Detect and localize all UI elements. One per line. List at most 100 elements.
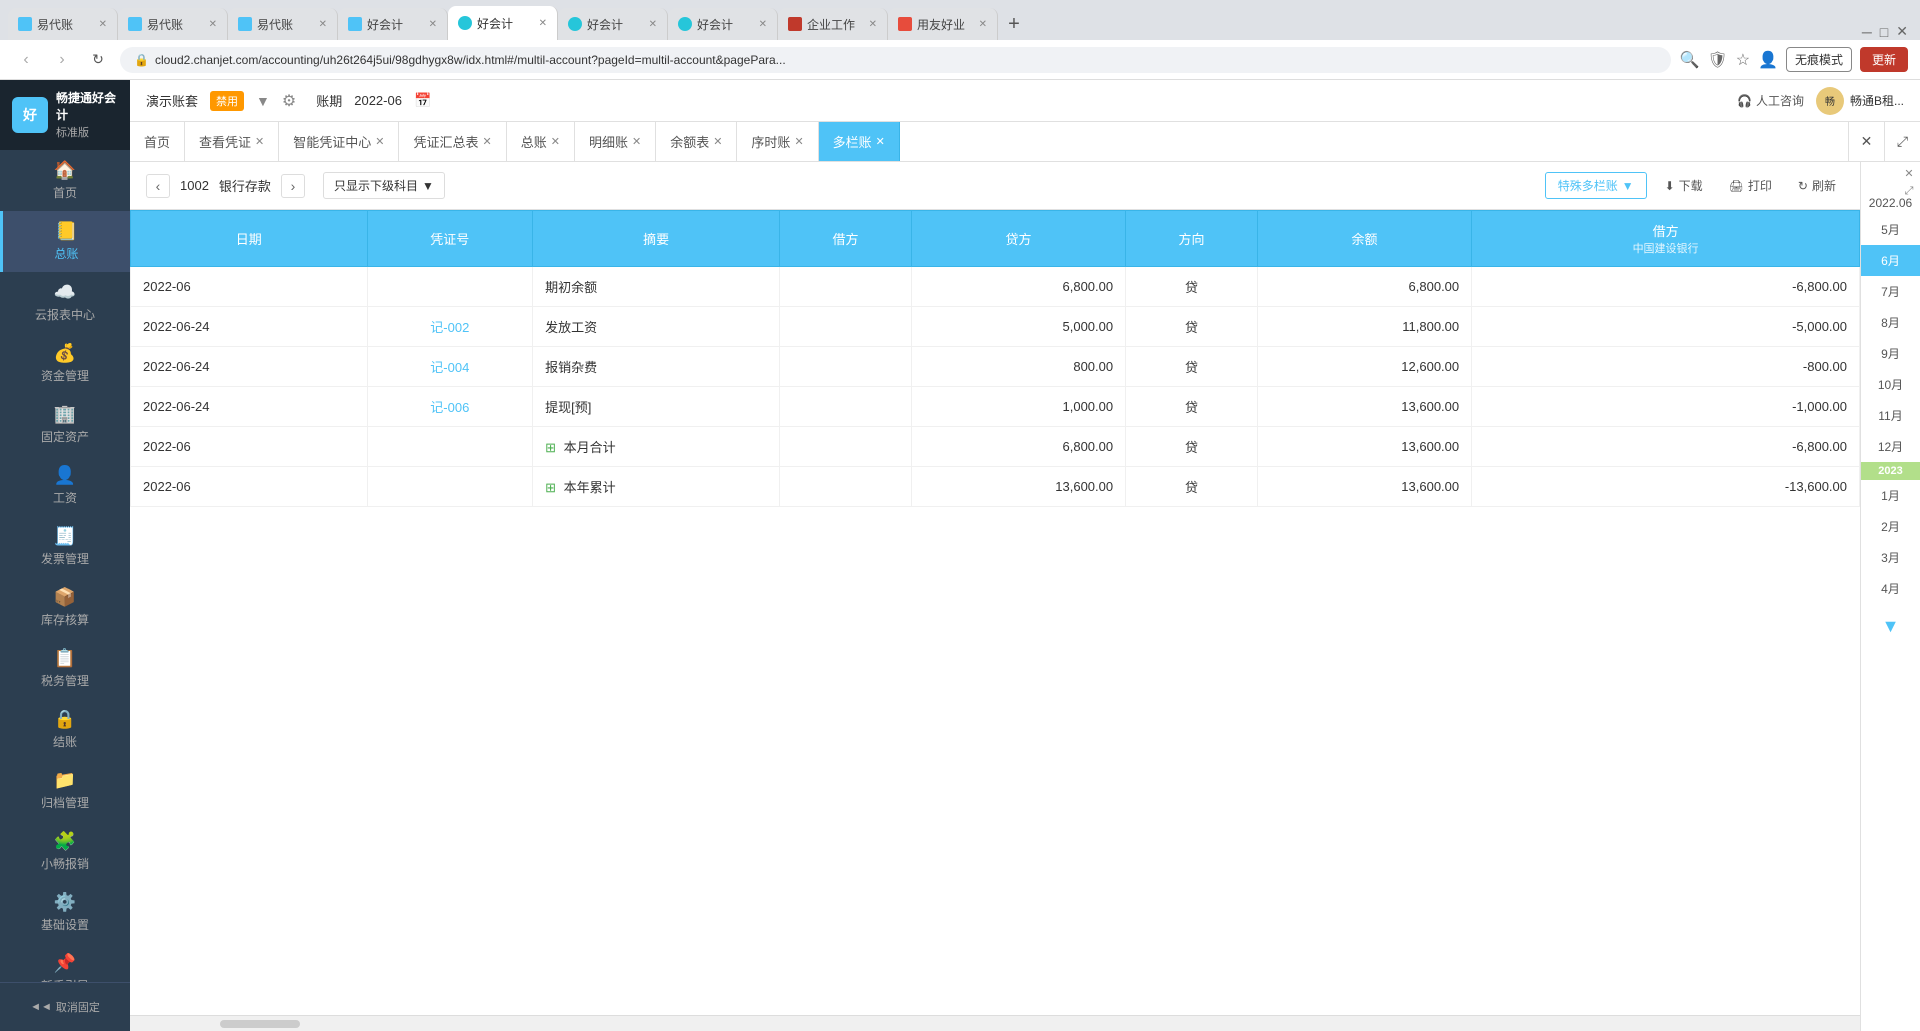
tab-vouchers[interactable]: 查看凭证 ✕ [185,122,279,162]
shield-icon[interactable]: 🛡 [1707,50,1727,70]
sidebar-item-tax[interactable]: 📋 税务管理 [0,638,130,699]
sidebar-item-closing[interactable]: 🔒 结账 [0,699,130,760]
month-5[interactable]: 5月 [1861,214,1920,245]
month-11[interactable]: 11月 [1861,400,1920,431]
tab-gl-close[interactable]: ✕ [551,135,560,148]
month-10[interactable]: 10月 [1861,369,1920,400]
browser-tab-5[interactable]: 好会计 ✕ [448,6,558,40]
browser-tab-9[interactable]: 用友好业 ✕ [888,8,998,40]
sidebar-item-payroll[interactable]: 👤 工资 [0,455,130,516]
browser-tab-4[interactable]: 好会计 ✕ [338,8,448,40]
tab6-close[interactable]: ✕ [649,19,657,30]
voucher-link-3[interactable]: 记-004 [430,360,469,375]
sidebar-item-expense[interactable]: 🧩 小畅报销 [0,821,130,882]
consult-button[interactable]: 🎧 人工咨询 [1737,92,1804,109]
tab-smart-close[interactable]: ✕ [375,135,384,148]
settings-dropdown-icon[interactable]: ▼ [256,93,270,109]
tab-collapse-button[interactable]: ✕ [1848,122,1884,162]
multi-col-button[interactable]: 特殊多栏账 ▼ [1545,172,1647,199]
tab2-close[interactable]: ✕ [209,19,217,30]
tab-sequence-close[interactable]: ✕ [794,135,803,148]
browser-tab-7[interactable]: 好会计 ✕ [668,8,778,40]
tab-home[interactable]: 首页 [130,122,185,162]
sidebar-item-fixed-assets[interactable]: 🏢 固定资产 [0,394,130,455]
refresh-button[interactable]: ↻ [84,46,112,74]
tab8-close[interactable]: ✕ [869,19,877,30]
browser-tab-6[interactable]: 好会计 ✕ [558,8,668,40]
sidebar-item-cloud-report[interactable]: ☁️ 云报表中心 [0,272,130,333]
calendar-icon[interactable]: 📅 [414,92,431,109]
cell-voucher-2[interactable]: 记-002 [367,307,533,347]
refresh-toolbar-button[interactable]: ↻ 刷新 [1790,173,1844,198]
star-icon[interactable]: ☆ [1736,50,1750,70]
search-browser-icon[interactable]: 🔍 [1679,50,1699,70]
tab4-close[interactable]: ✕ [429,19,437,30]
tab9-close[interactable]: ✕ [979,19,987,30]
voucher-link-2[interactable]: 记-002 [430,320,469,335]
month-2023-3[interactable]: 3月 [1861,542,1920,573]
tab-smart-center[interactable]: 智能凭证中心 ✕ [279,122,399,162]
add-tab-button[interactable]: + [998,8,1030,40]
maximize-icon[interactable]: □ [1880,24,1888,40]
tab-vouchers-close[interactable]: ✕ [255,135,264,148]
sub-filter-dropdown[interactable]: 只显示下级科目 ▼ [323,172,445,199]
horizontal-scrollbar[interactable] [130,1015,1860,1031]
month-2023-1[interactable]: 1月 [1861,480,1920,511]
tab1-close[interactable]: ✕ [99,19,107,30]
sidebar-item-settings[interactable]: ⚙️ 基础设置 [0,882,130,943]
minimize-icon[interactable]: ─ [1862,24,1872,40]
tab-multi-ledger[interactable]: 多栏账 ✕ [819,122,900,162]
month-12[interactable]: 12月 [1861,431,1920,462]
month-9[interactable]: 9月 [1861,338,1920,369]
tab3-close[interactable]: ✕ [319,19,327,30]
pin-button[interactable]: ◄◄ 取消固定 [8,993,122,1021]
panel-close-button[interactable]: ✕ [1900,164,1918,182]
month-8[interactable]: 8月 [1861,307,1920,338]
tab-detail-ledger[interactable]: 明细账 ✕ [575,122,656,162]
month-6[interactable]: 6月 [1861,245,1920,276]
sidebar-item-archive[interactable]: 📁 归档管理 [0,760,130,821]
browser-tab-1[interactable]: 易代账 ✕ [8,8,118,40]
cell-voucher-3[interactable]: 记-004 [367,347,533,387]
sidebar-item-home[interactable]: 🏠 首页 [0,150,130,211]
tab-dl-close[interactable]: ✕ [632,135,641,148]
user-area[interactable]: 畅 畅通B租... [1816,87,1904,115]
tab-expand-button[interactable]: ⤢ [1884,122,1920,162]
sidebar-item-inventory[interactable]: 📦 库存核算 [0,577,130,638]
tab5-close[interactable]: ✕ [539,18,547,29]
print-button[interactable]: 🖨 打印 [1721,173,1780,198]
month-7[interactable]: 7月 [1861,276,1920,307]
scroll-down-panel[interactable]: ▼ [1878,612,1904,641]
tab-voucher-summary[interactable]: 凭证汇总表 ✕ [399,122,506,162]
sidebar-item-general-ledger[interactable]: 📒 总账 [0,211,130,272]
next-account-button[interactable]: › [281,174,305,198]
forward-button[interactable]: › [48,46,76,74]
sidebar-item-fund[interactable]: 💰 资金管理 [0,333,130,394]
panel-expand-button[interactable]: ⤢ [1900,182,1918,200]
profile-icon[interactable]: 👤 [1758,50,1778,70]
sidebar-item-guide[interactable]: 📌 新手引导 [0,943,130,982]
tab7-close[interactable]: ✕ [759,19,767,30]
tab-balance[interactable]: 余额表 ✕ [656,122,737,162]
tab-sequence[interactable]: 序时账 ✕ [737,122,818,162]
url-bar[interactable]: 🔒 cloud2.chanjet.com/accounting/uh26t264… [120,47,1671,73]
browser-tab-2[interactable]: 易代账 ✕ [118,8,228,40]
tab-vsummary-close[interactable]: ✕ [483,135,492,148]
back-button[interactable]: ‹ [12,46,40,74]
scroll-thumb[interactable] [220,1020,300,1028]
cell-voucher-4[interactable]: 记-006 [367,387,533,427]
month-2023-2[interactable]: 2月 [1861,511,1920,542]
tab-multi-close[interactable]: ✕ [876,135,885,148]
sidebar-item-invoice[interactable]: 🧾 发票管理 [0,516,130,577]
browser-tab-8[interactable]: 企业工作 ✕ [778,8,888,40]
tab-balance-close[interactable]: ✕ [713,135,722,148]
update-button[interactable]: 更新 [1860,47,1908,72]
prev-account-button[interactable]: ‹ [146,174,170,198]
download-button[interactable]: ⬇ 下载 [1657,173,1711,198]
voucher-link-4[interactable]: 记-006 [430,400,469,415]
gear-icon[interactable]: ⚙ [282,91,296,111]
month-2023-4[interactable]: 4月 [1861,573,1920,604]
close-icon[interactable]: ✕ [1896,23,1908,40]
browser-tab-3[interactable]: 易代账 ✕ [228,8,338,40]
tab-general-ledger[interactable]: 总账 ✕ [507,122,575,162]
